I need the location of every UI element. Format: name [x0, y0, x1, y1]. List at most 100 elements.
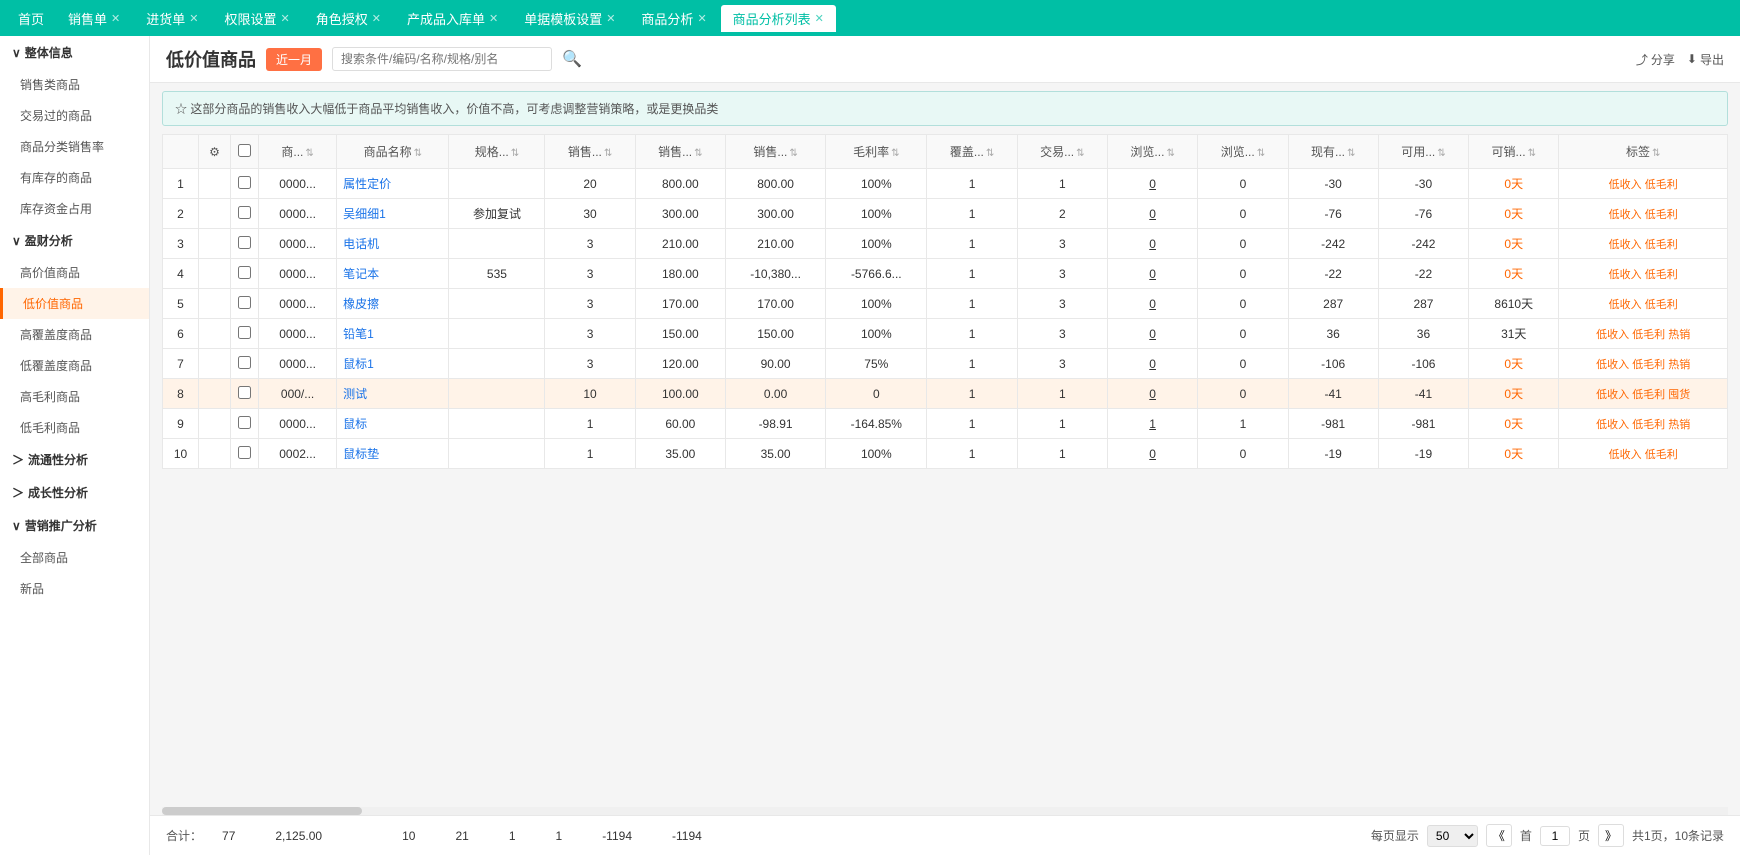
close-icon[interactable]: ✕: [489, 12, 498, 25]
name-cell[interactable]: 属性定价: [337, 169, 449, 199]
nav-product-analysis-list[interactable]: 商品分析列表 ✕: [721, 5, 836, 32]
checkbox-cell[interactable]: [231, 349, 259, 379]
row-checkbox[interactable]: [238, 266, 251, 279]
name-cell[interactable]: 鼠标: [337, 409, 449, 439]
checkbox-cell[interactable]: [231, 409, 259, 439]
browse1-link[interactable]: 0: [1149, 207, 1156, 221]
row-checkbox[interactable]: [238, 176, 251, 189]
row-checkbox[interactable]: [238, 326, 251, 339]
browse1-cell[interactable]: 0: [1107, 169, 1197, 199]
close-icon[interactable]: ✕: [606, 12, 615, 25]
nav-home[interactable]: 首页: [8, 5, 54, 32]
browse1-cell[interactable]: 0: [1107, 229, 1197, 259]
sidebar-item-low-margin[interactable]: 低毛利商品: [0, 412, 149, 443]
row-checkbox[interactable]: [238, 446, 251, 459]
sidebar-item-low-coverage[interactable]: 低覆盖度商品: [0, 350, 149, 381]
row-checkbox[interactable]: [238, 236, 251, 249]
browse1-link[interactable]: 0: [1149, 267, 1156, 281]
export-button[interactable]: ⬇ 导出: [1687, 51, 1724, 68]
horizontal-scrollbar[interactable]: [162, 807, 1728, 815]
close-icon[interactable]: ✕: [189, 12, 198, 25]
sidebar-item-all-products[interactable]: 全部商品: [0, 542, 149, 573]
filter-button[interactable]: 近一月: [266, 48, 322, 71]
sidebar-section-marketing[interactable]: ∨ 营销推广分析: [0, 509, 149, 542]
browse1-link[interactable]: 0: [1149, 447, 1156, 461]
name-cell[interactable]: 笔记本: [337, 259, 449, 289]
sidebar-item-low-value[interactable]: 低价值商品: [0, 288, 149, 319]
checkbox-cell[interactable]: [231, 439, 259, 469]
sidebar-item-inventory-products[interactable]: 有库存的商品: [0, 162, 149, 193]
sidebar-item-inventory-capital[interactable]: 库存资金占用: [0, 193, 149, 224]
browse1-link[interactable]: 0: [1149, 297, 1156, 311]
sidebar-section-circulation[interactable]: ＞ 流通性分析: [0, 443, 149, 476]
browse1-link[interactable]: 0: [1149, 237, 1156, 251]
row-checkbox[interactable]: [238, 416, 251, 429]
browse1-cell[interactable]: 0: [1107, 289, 1197, 319]
browse1-cell[interactable]: 0: [1107, 349, 1197, 379]
nav-auth-settings[interactable]: 权限设置 ✕: [212, 5, 301, 32]
nav-sales-order[interactable]: 销售单 ✕: [56, 5, 132, 32]
name-cell[interactable]: 电话机: [337, 229, 449, 259]
name-cell[interactable]: 测试: [337, 379, 449, 409]
browse1-cell[interactable]: 0: [1107, 439, 1197, 469]
sidebar-section-profit[interactable]: ∨ 盈财分析: [0, 224, 149, 257]
nav-role-auth[interactable]: 角色授权 ✕: [304, 5, 393, 32]
checkbox-cell[interactable]: [231, 259, 259, 289]
browse1-cell[interactable]: 0: [1107, 199, 1197, 229]
browse1-cell[interactable]: 0: [1107, 259, 1197, 289]
browse1-cell[interactable]: 1: [1107, 409, 1197, 439]
browse1-link[interactable]: 0: [1149, 387, 1156, 401]
row-checkbox[interactable]: [238, 206, 251, 219]
checkbox-header[interactable]: [231, 135, 259, 169]
checkbox-cell[interactable]: [231, 229, 259, 259]
browse1-link[interactable]: 0: [1149, 177, 1156, 191]
close-icon[interactable]: ✕: [697, 12, 706, 25]
sale2-cell: 35.00: [635, 439, 725, 469]
row-checkbox[interactable]: [238, 356, 251, 369]
browse1-cell[interactable]: 0: [1107, 319, 1197, 349]
search-input[interactable]: [332, 47, 552, 71]
name-cell[interactable]: 鼠标垫: [337, 439, 449, 469]
nav-product-analysis[interactable]: 商品分析 ✕: [629, 5, 718, 32]
sidebar-item-sales-products[interactable]: 销售类商品: [0, 69, 149, 100]
sidebar-item-high-coverage[interactable]: 高覆盖度商品: [0, 319, 149, 350]
sidebar-item-high-margin[interactable]: 高毛利商品: [0, 381, 149, 412]
nav-template-settings[interactable]: 单据模板设置 ✕: [512, 5, 627, 32]
checkbox-cell[interactable]: [231, 199, 259, 229]
sidebar-item-high-value[interactable]: 高价值商品: [0, 257, 149, 288]
name-cell[interactable]: 铅笔1: [337, 319, 449, 349]
checkbox-cell[interactable]: [231, 319, 259, 349]
sidebar-item-traded-products[interactable]: 交易过的商品: [0, 100, 149, 131]
browse1-cell[interactable]: 0: [1107, 379, 1197, 409]
sidebar-section-growth[interactable]: ＞ 成长性分析: [0, 476, 149, 509]
next-page-button[interactable]: 》: [1598, 824, 1624, 847]
scrollbar-thumb[interactable]: [162, 807, 362, 815]
gear-header[interactable]: ⚙: [199, 135, 231, 169]
nav-purchase-order[interactable]: 进货单 ✕: [134, 5, 210, 32]
row-checkbox[interactable]: [238, 386, 251, 399]
row-checkbox[interactable]: [238, 296, 251, 309]
checkbox-cell[interactable]: [231, 379, 259, 409]
sidebar-section-overall[interactable]: ∨ 整体信息: [0, 36, 149, 69]
nav-product-warehouse[interactable]: 产成品入库单 ✕: [395, 5, 510, 32]
checkbox-cell[interactable]: [231, 169, 259, 199]
name-cell[interactable]: 吴细细1: [337, 199, 449, 229]
browse1-link[interactable]: 0: [1149, 357, 1156, 371]
browse1-link[interactable]: 0: [1149, 327, 1156, 341]
close-icon[interactable]: ✕: [111, 12, 120, 25]
close-icon[interactable]: ✕: [815, 12, 824, 25]
close-icon[interactable]: ✕: [372, 12, 381, 25]
close-icon[interactable]: ✕: [281, 12, 290, 25]
sidebar-item-category-rate[interactable]: 商品分类销售率: [0, 131, 149, 162]
browse1-link[interactable]: 1: [1149, 417, 1156, 431]
share-button[interactable]: ⤴ 分享: [1636, 51, 1675, 68]
per-page-select[interactable]: 50 100 200: [1427, 825, 1478, 847]
select-all-checkbox[interactable]: [238, 144, 251, 157]
checkbox-cell[interactable]: [231, 289, 259, 319]
name-cell[interactable]: 鼠标1: [337, 349, 449, 379]
name-cell[interactable]: 橡皮擦: [337, 289, 449, 319]
prev-page-button[interactable]: 《: [1486, 824, 1512, 847]
page-input[interactable]: [1540, 826, 1570, 846]
sidebar-item-new-products[interactable]: 新品: [0, 573, 149, 604]
search-button[interactable]: 🔍: [562, 49, 582, 69]
